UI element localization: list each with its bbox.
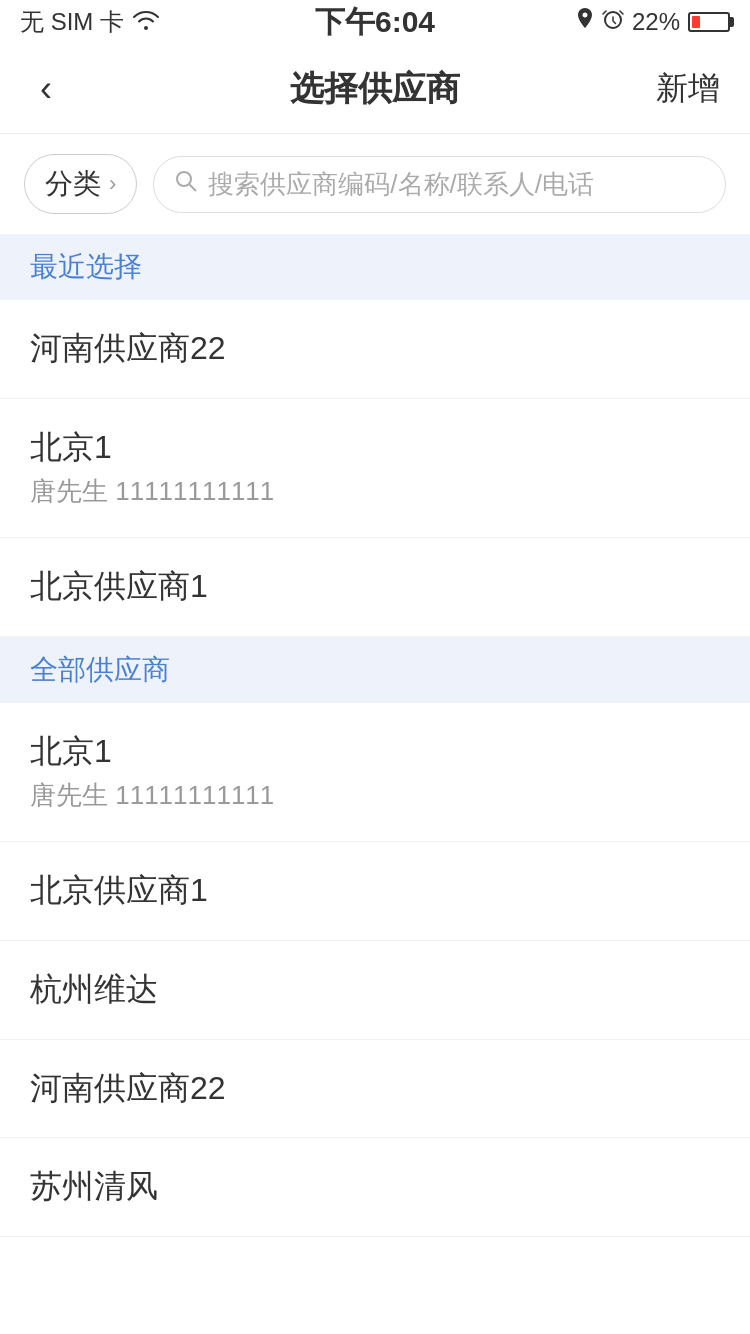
list-item[interactable]: 河南供应商22	[0, 300, 750, 399]
list-item[interactable]: 北京1 唐先生 11111111111	[0, 703, 750, 843]
recent-section-header: 最近选择	[0, 234, 750, 300]
list-item[interactable]: 杭州维达	[0, 941, 750, 1040]
status-left: 无 SIM 卡	[20, 6, 160, 38]
category-label: 分类	[45, 165, 101, 203]
nav-bar: ‹ 选择供应商 新增	[0, 44, 750, 134]
item-name: 杭州维达	[30, 969, 720, 1011]
location-icon	[576, 8, 594, 36]
status-bar: 无 SIM 卡 下午6:04 22%	[0, 0, 750, 44]
svg-point-1	[177, 172, 191, 186]
item-name: 河南供应商22	[30, 328, 720, 370]
battery-percentage: 22%	[632, 8, 680, 36]
all-section-label: 全部供应商	[30, 654, 170, 685]
item-name: 北京1	[30, 427, 720, 469]
svg-line-2	[190, 184, 197, 191]
item-sub: 唐先生 11111111111	[30, 778, 720, 813]
list-item[interactable]: 北京1 唐先生 11111111111	[0, 399, 750, 539]
list-item[interactable]: 北京供应商1	[0, 842, 750, 941]
search-placeholder: 搜索供应商编码/名称/联系人/电话	[208, 167, 594, 202]
list-item[interactable]: 苏州清风	[0, 1138, 750, 1237]
recent-items-list: 河南供应商22 北京1 唐先生 11111111111 北京供应商1	[0, 300, 750, 637]
recent-section-label: 最近选择	[30, 251, 142, 282]
list-item[interactable]: 北京供应商1	[0, 538, 750, 637]
back-button[interactable]: ‹	[30, 58, 62, 120]
carrier-text: 无 SIM 卡	[20, 6, 124, 38]
page-title: 选择供应商	[290, 66, 460, 112]
wifi-icon	[132, 8, 160, 36]
search-box[interactable]: 搜索供应商编码/名称/联系人/电话	[153, 156, 726, 213]
add-button[interactable]: 新增	[656, 67, 720, 111]
category-button[interactable]: 分类 ›	[24, 154, 137, 214]
status-time: 下午6:04	[315, 2, 435, 43]
status-right: 22%	[576, 8, 730, 36]
item-sub: 唐先生 11111111111	[30, 474, 720, 509]
all-items-list: 北京1 唐先生 11111111111 北京供应商1 杭州维达河南供应商22 苏州清风	[0, 703, 750, 1237]
item-name: 苏州清风	[30, 1166, 720, 1208]
item-name: 河南供应商22	[30, 1068, 720, 1110]
item-name: 北京供应商1	[30, 870, 720, 912]
item-name: 北京1	[30, 731, 720, 773]
alarm-icon	[602, 8, 624, 36]
list-item[interactable]: 河南供应商22	[0, 1040, 750, 1139]
battery-icon	[688, 12, 730, 32]
item-name: 北京供应商1	[30, 566, 720, 608]
chevron-right-icon: ›	[109, 171, 116, 197]
filter-bar: 分类 › 搜索供应商编码/名称/联系人/电话	[0, 134, 750, 234]
all-section-header: 全部供应商	[0, 637, 750, 703]
search-icon	[174, 169, 198, 200]
